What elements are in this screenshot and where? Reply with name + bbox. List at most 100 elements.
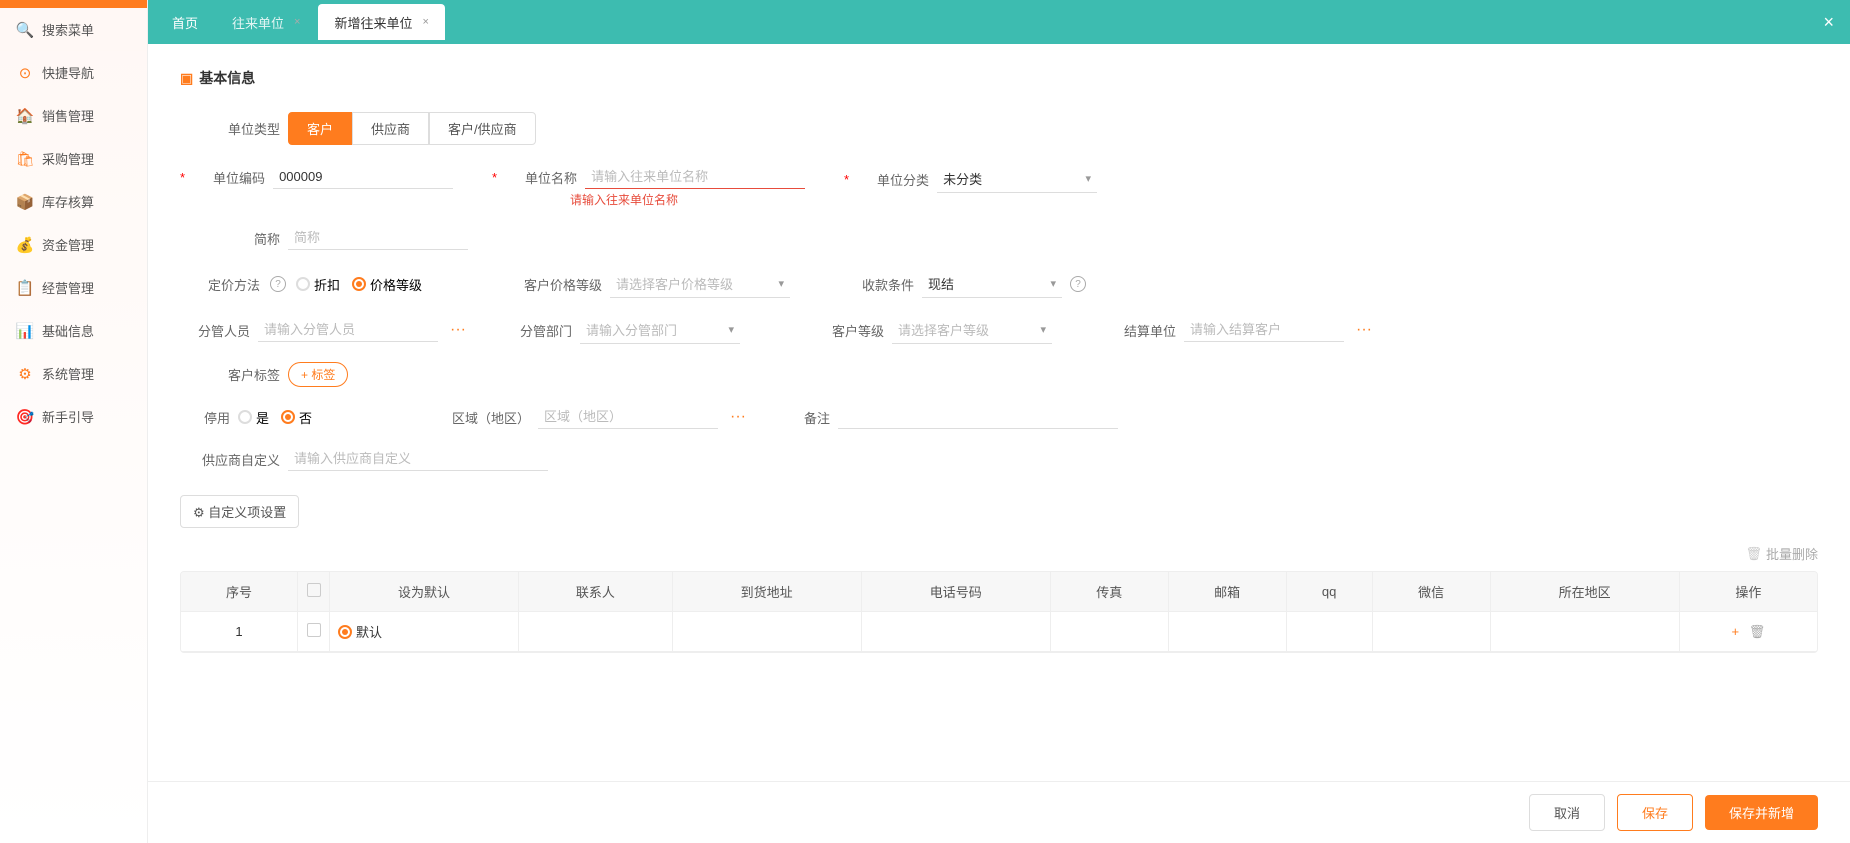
unit-name-input[interactable] <box>585 165 805 189</box>
pricing-help-icon[interactable]: ? <box>270 276 286 292</box>
row-default-circle <box>338 625 352 639</box>
custom-settings-button[interactable]: ⚙ 自定义项设置 <box>180 495 299 528</box>
chart-icon: 📊 <box>16 322 34 340</box>
manager-input[interactable] <box>258 318 438 342</box>
manager-dots-button[interactable]: ··· <box>446 319 470 341</box>
tab-partners[interactable]: 往来单位 × <box>216 4 316 40</box>
sidebar-item-system[interactable]: ⚙ 系统管理 <box>0 352 147 395</box>
add-row-button[interactable]: + <box>1731 624 1739 639</box>
row-address <box>672 612 861 652</box>
col-fax: 传真 <box>1050 572 1168 612</box>
region-input[interactable] <box>538 405 718 429</box>
row-check <box>298 612 330 652</box>
unit-type-customer[interactable]: 客户 <box>288 112 352 145</box>
disabled-label: 停用 <box>180 408 230 427</box>
unit-name-label: 单位名称 <box>507 168 577 187</box>
payment-help-icon[interactable]: ? <box>1070 276 1086 292</box>
unit-type-both[interactable]: 客户/供应商 <box>429 112 536 145</box>
unit-code-field: * 单位编码 <box>180 165 460 189</box>
unit-category-select[interactable]: 未分类 ▾ <box>937 165 1097 193</box>
select-all-checkbox[interactable] <box>307 583 321 597</box>
row-default-radio[interactable]: 默认 <box>338 622 510 641</box>
sidebar-item-basic[interactable]: 📊 基础信息 <box>0 309 147 352</box>
pricing-radio-level[interactable]: 价格等级 <box>352 275 422 294</box>
customer-level-field: 客户等级 请选择客户等级 ▾ <box>814 316 1074 344</box>
customer-price-level-select[interactable]: 请选择客户价格等级 ▾ <box>610 270 790 298</box>
region-dots-button[interactable]: ··· <box>726 406 750 428</box>
unit-type-supplier[interactable]: 供应商 <box>352 112 429 145</box>
customer-level-select[interactable]: 请选择客户等级 ▾ <box>892 316 1052 344</box>
payment-terms-select[interactable]: 现结 ▾ <box>922 270 1062 298</box>
sidebar-item-purchase[interactable]: 🛍 采购管理 <box>0 137 147 180</box>
payment-terms-field: 收款条件 现结 ▾ ? <box>844 270 1086 298</box>
settlement-unit-label: 结算单位 <box>1106 321 1176 340</box>
disabled-no-label: 否 <box>299 408 312 427</box>
search-icon: 🔍 <box>16 21 34 39</box>
unit-category-value: 未分类 <box>943 169 982 188</box>
save-button[interactable]: 保存 <box>1617 794 1693 831</box>
remarks-input[interactable] <box>838 405 1118 429</box>
tab-partners-close[interactable]: × <box>294 16 300 28</box>
radio-discount-circle <box>296 277 310 291</box>
col-check <box>298 572 330 612</box>
unit-name-field: * 单位名称 请输入往来单位名称 <box>492 165 812 208</box>
customer-level-label: 客户等级 <box>814 321 884 340</box>
col-region: 所在地区 <box>1490 572 1679 612</box>
remarks-label: 备注 <box>790 408 830 427</box>
tab-home[interactable]: 首页 <box>156 4 214 40</box>
cancel-button[interactable]: 取消 <box>1529 794 1605 831</box>
supplier-custom-input[interactable] <box>288 447 548 471</box>
footer-bar: 取消 保存 保存并新增 <box>148 781 1850 843</box>
customer-price-level-field: 客户价格等级 请选择客户价格等级 ▾ <box>512 270 812 298</box>
sidebar-item-inventory[interactable]: 📦 库存核算 <box>0 180 147 223</box>
shop-icon: 🏠 <box>16 107 34 125</box>
row-email <box>1168 612 1286 652</box>
pricing-discount-label: 折扣 <box>314 275 340 294</box>
row-qq <box>1286 612 1372 652</box>
unit-code-label: 单位编码 <box>195 168 265 187</box>
col-qq: qq <box>1286 572 1372 612</box>
settlement-unit-dots-button[interactable]: ··· <box>1352 319 1376 341</box>
sidebar-item-label: 快捷导航 <box>42 63 94 82</box>
sidebar-item-label: 系统管理 <box>42 364 94 383</box>
sidebar-item-operations[interactable]: 📋 经营管理 <box>0 266 147 309</box>
contacts-table-container: 序号 设为默认 联系人 到货地址 电话号码 传真 邮箱 qq 微信 所在地区 操… <box>180 571 1818 653</box>
trash-icon: 🗑 <box>1745 546 1762 562</box>
unit-code-input[interactable] <box>273 165 453 189</box>
tab-new-partner-close[interactable]: × <box>422 16 428 28</box>
sidebar: 🔍 搜索菜单 ⊙ 快捷导航 🏠 销售管理 🛍 采购管理 📦 库存核算 💰 资金管… <box>0 0 148 843</box>
row-default-label: 默认 <box>356 622 382 641</box>
form-content: ▣ 基本信息 单位类型 客户 供应商 客户/供应商 * 单位编码 <box>148 44 1850 781</box>
tab-new-partner[interactable]: 新增往来单位 × <box>318 4 444 40</box>
section-title-text: 基本信息 <box>199 68 255 88</box>
disabled-no[interactable]: 否 <box>281 408 312 427</box>
col-address: 到货地址 <box>672 572 861 612</box>
delete-row-button[interactable]: 🗑 <box>1749 624 1766 639</box>
sidebar-top-bar <box>0 0 147 8</box>
pricing-radio-discount[interactable]: 折扣 <box>296 275 340 294</box>
save-and-new-button[interactable]: 保存并新增 <box>1705 795 1818 830</box>
batch-delete-label[interactable]: 批量删除 <box>1766 544 1818 563</box>
settlement-unit-input[interactable] <box>1184 318 1344 342</box>
sidebar-item-label: 销售管理 <box>42 106 94 125</box>
col-wechat: 微信 <box>1372 572 1490 612</box>
abbreviation-input[interactable] <box>288 226 468 250</box>
sidebar-item-label: 基础信息 <box>42 321 94 340</box>
add-tag-button[interactable]: + 标签 <box>288 362 348 387</box>
gear-icon: ⚙ <box>16 365 34 383</box>
department-select[interactable]: 请输入分管部门 ▾ <box>580 316 740 344</box>
sidebar-item-sales[interactable]: 🏠 销售管理 <box>0 94 147 137</box>
col-phone: 电话号码 <box>861 572 1050 612</box>
disabled-yes[interactable]: 是 <box>238 408 269 427</box>
bag-icon: 🛍 <box>16 150 34 168</box>
payment-terms-value: 现结 <box>928 274 954 293</box>
unit-category-field: * 单位分类 未分类 ▾ <box>844 165 1097 193</box>
sidebar-item-search[interactable]: 🔍 搜索菜单 <box>0 8 147 51</box>
tab-bar: 首页 往来单位 × 新增往来单位 × × <box>148 0 1850 44</box>
disabled-field: 停用 是 否 <box>180 408 400 427</box>
sidebar-item-newbie[interactable]: 🎯 新手引导 <box>0 395 147 438</box>
row-checkbox[interactable] <box>307 623 321 637</box>
close-all-tabs[interactable]: × <box>1815 8 1842 37</box>
sidebar-item-quick-nav[interactable]: ⊙ 快捷导航 <box>0 51 147 94</box>
sidebar-item-finance[interactable]: 💰 资金管理 <box>0 223 147 266</box>
